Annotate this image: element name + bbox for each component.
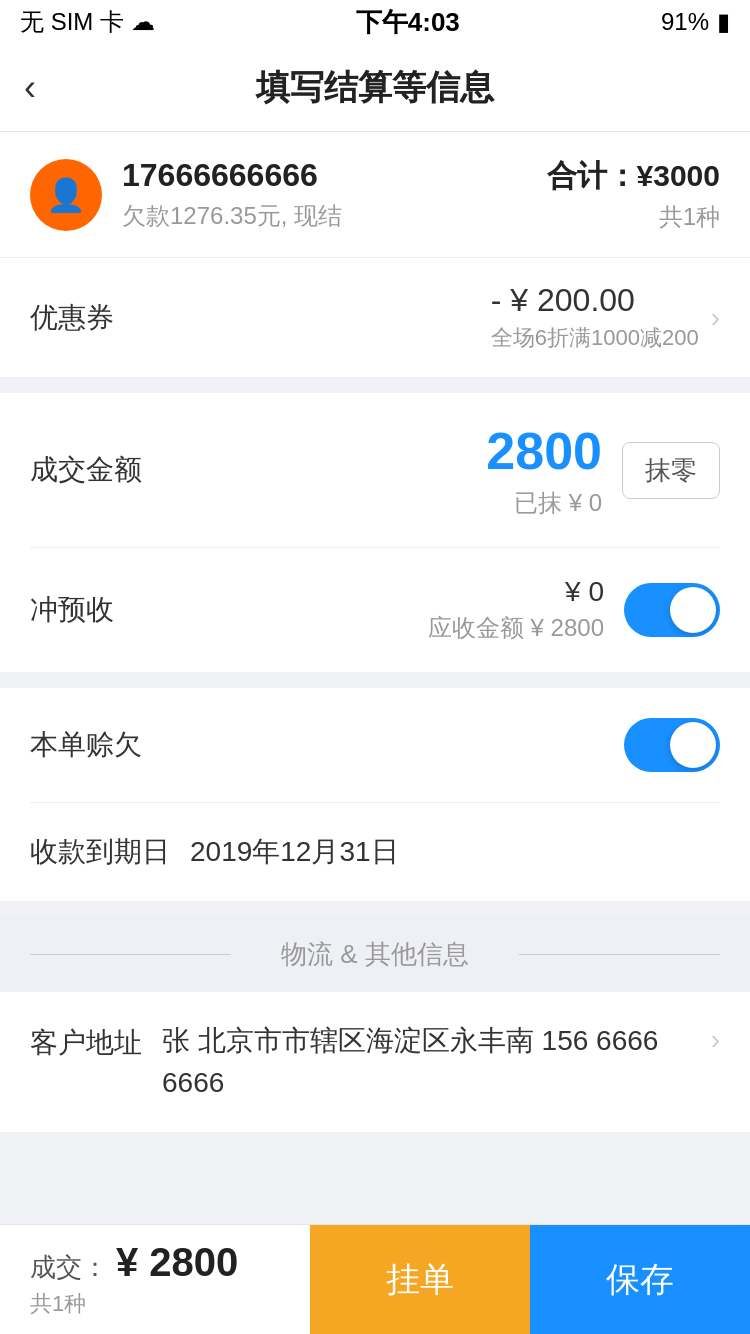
coupon-label: 优惠券 <box>30 299 114 337</box>
deal-amount-right: 2800 已抹 ¥ 0 抹零 <box>486 421 720 519</box>
page-title: 填写结算等信息 <box>256 65 494 111</box>
coupon-chevron-icon: › <box>711 302 720 334</box>
nav-bar: ‹ 填写结算等信息 <box>0 44 750 132</box>
coupon-right: - ¥ 200.00 全场6折满1000减200 › <box>491 282 720 353</box>
avatar: 👤 <box>30 159 102 231</box>
user-card: 👤 17666666666 欠款1276.35元, 现结 合计：¥3000 共1… <box>0 132 750 377</box>
arrears-toggle[interactable] <box>624 718 720 772</box>
address-value: 张 北京市市辖区海淀区永丰南 156 6666 6666 <box>162 1020 711 1104</box>
prepay-amount: ¥ 0 <box>428 576 604 608</box>
status-left: 无 SIM 卡 ☁ <box>20 6 155 38</box>
user-phone: 17666666666 <box>122 157 342 194</box>
bottom-deal-amount: ¥ 2800 <box>116 1240 238 1285</box>
prepay-toggle[interactable] <box>624 583 720 637</box>
prepay-row: 冲预收 ¥ 0 应收金额 ¥ 2800 <box>30 548 720 672</box>
address-row[interactable]: 客户地址 张 北京市市辖区海淀区永丰南 156 6666 6666 › <box>0 992 750 1132</box>
address-label: 客户地址 <box>30 1024 142 1062</box>
round-button[interactable]: 抹零 <box>622 442 720 499</box>
arrears-label: 本单赊欠 <box>30 726 142 764</box>
status-time: 下午4:03 <box>356 5 460 40</box>
user-debt: 欠款1276.35元, 现结 <box>122 200 342 232</box>
save-button[interactable]: 保存 <box>530 1225 750 1335</box>
sim-text: 无 SIM 卡 ☁ <box>20 6 155 38</box>
coupon-row[interactable]: 优惠券 - ¥ 200.00 全场6折满1000减200 › <box>0 257 750 377</box>
address-section: 客户地址 张 北京市市辖区海淀区永丰南 156 6666 6666 › <box>0 992 750 1132</box>
divider-line-left <box>30 954 231 955</box>
total-count: 共1种 <box>547 201 720 233</box>
status-bar: 无 SIM 卡 ☁ 下午4:03 91% ▮ <box>0 0 750 44</box>
back-button[interactable]: ‹ <box>24 67 36 109</box>
avatar-icon: 👤 <box>46 176 86 214</box>
deal-amount-label: 成交金额 <box>30 451 142 489</box>
content-area: 👤 17666666666 欠款1276.35元, 现结 合计：¥3000 共1… <box>0 132 750 1268</box>
info-section: 本单赊欠 收款到期日 2019年12月31日 <box>0 688 750 901</box>
due-date-row: 收款到期日 2019年12月31日 <box>30 803 720 901</box>
total-amount: 合计：¥3000 <box>547 156 720 197</box>
user-row: 👤 17666666666 欠款1276.35元, 现结 合计：¥3000 共1… <box>0 132 750 257</box>
battery-text: 91% <box>661 8 709 36</box>
address-chevron-icon: › <box>711 1024 720 1056</box>
bottom-deal-count: 共1种 <box>30 1289 280 1319</box>
hang-button[interactable]: 挂单 <box>310 1225 530 1335</box>
prepay-sub: 应收金额 ¥ 2800 <box>428 612 604 644</box>
logistics-divider-text: 物流 & 其他信息 <box>281 937 469 972</box>
prepay-label: 冲预收 <box>30 591 114 629</box>
user-total: 合计：¥3000 共1种 <box>547 156 720 233</box>
due-date-label: 收款到期日 <box>30 833 170 871</box>
deal-amount-row: 成交金额 2800 已抹 ¥ 0 抹零 <box>30 393 720 548</box>
divider-line-right <box>519 954 720 955</box>
battery-icon: ▮ <box>717 8 730 36</box>
deal-amount-sub: 已抹 ¥ 0 <box>486 487 602 519</box>
deal-amount-value: 2800 <box>486 421 602 481</box>
due-date-value: 2019年12月31日 <box>190 833 399 871</box>
coupon-amount: - ¥ 200.00 <box>491 282 699 319</box>
arrears-row: 本单赊欠 <box>30 688 720 803</box>
prepay-right: ¥ 0 应收金额 ¥ 2800 <box>428 576 720 644</box>
bottom-bar: 成交： ¥ 2800 共1种 挂单 保存 <box>0 1224 750 1334</box>
logistics-divider: 物流 & 其他信息 <box>0 917 750 992</box>
status-right: 91% ▮ <box>661 8 730 36</box>
coupon-desc: 全场6折满1000减200 <box>491 323 699 353</box>
user-info: 17666666666 欠款1276.35元, 现结 <box>122 157 342 232</box>
bottom-total: 成交： ¥ 2800 共1种 <box>0 1240 310 1319</box>
deal-section: 成交金额 2800 已抹 ¥ 0 抹零 冲预收 ¥ 0 应收金额 ¥ 2800 <box>0 393 750 672</box>
bottom-deal-label: 成交： <box>30 1250 108 1285</box>
